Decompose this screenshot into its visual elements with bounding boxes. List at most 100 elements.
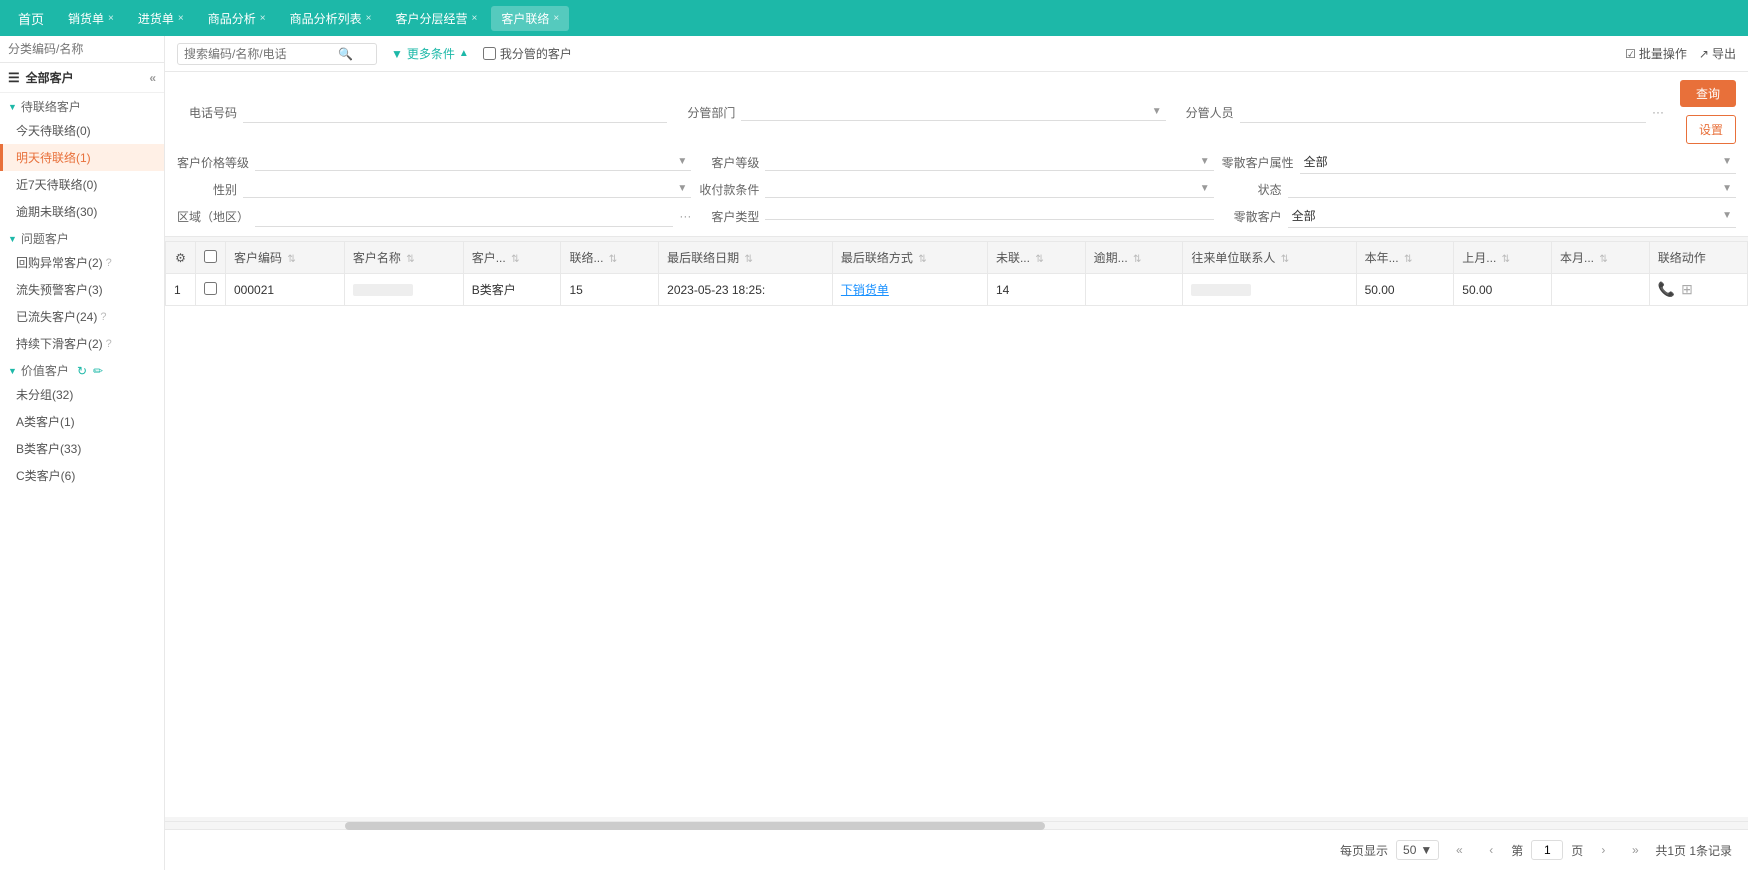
select-all-checkbox[interactable] — [204, 250, 217, 263]
prev-page-btn[interactable]: ‹ — [1479, 838, 1503, 862]
sidebar-item-ungrouped[interactable]: 未分组(32) — [0, 381, 164, 408]
nav-home[interactable]: 首页 — [8, 5, 54, 32]
nav-customer-contact[interactable]: 客户联络 × — [491, 6, 569, 31]
region-dots-btn[interactable]: ··· — [679, 209, 691, 223]
scrollbar-thumb[interactable] — [345, 822, 1045, 830]
sidebar-item-tomorrow-pending[interactable]: 明天待联络(1) — [0, 144, 164, 171]
region-input[interactable] — [255, 206, 673, 227]
retail-attr-select[interactable]: 全部 ▼ — [1300, 150, 1736, 174]
customer-type-select[interactable] — [765, 213, 1213, 220]
th-checkbox[interactable] — [196, 242, 226, 274]
close-product-analysis-list-icon[interactable]: × — [366, 13, 372, 24]
qr-action-icon[interactable]: ⊞ — [1681, 281, 1693, 298]
help-icon-0[interactable]: ? — [106, 257, 112, 269]
query-set-btns: 查询 设置 — [1680, 80, 1736, 144]
sidebar-item-declining[interactable]: 持续下滑客户(2) ? — [0, 330, 164, 357]
my-customer-checkbox[interactable] — [483, 47, 496, 60]
close-purchase-icon[interactable]: × — [178, 13, 184, 24]
content-area: 🔍 ▼ 更多条件 ▲ 我分管的客户 ☑ 批量操作 ↗ 导出 — [165, 36, 1748, 870]
sidebar-item-class-a[interactable]: A类客户(1) — [0, 408, 164, 435]
page-size-select[interactable]: 50 ▼ — [1396, 840, 1439, 860]
th-code: 客户编码 ⇅ — [226, 242, 345, 274]
sidebar-item-churn-warning[interactable]: 流失预警客户(3) — [0, 276, 164, 303]
filter-more-btn[interactable]: ▼ 更多条件 ▲ — [385, 42, 475, 65]
th-this-month: 本月... ⇅ — [1552, 242, 1650, 274]
sidebar-item-week-pending[interactable]: 近7天待联络(0) — [0, 171, 164, 198]
close-customer-contact-icon[interactable]: × — [553, 13, 559, 24]
sidebar-item-class-c[interactable]: C类客户(6) — [0, 462, 164, 489]
filter-cell-customer-type: 客户类型 — [699, 208, 1213, 225]
sort-not-contacted-icon[interactable]: ⇅ — [1035, 254, 1043, 265]
customer-level-label: 客户等级 — [699, 154, 759, 171]
row-checkbox[interactable] — [204, 282, 217, 295]
page-label-end: 页 — [1571, 842, 1583, 859]
gender-select[interactable]: ▼ — [243, 180, 691, 198]
table-area: ⚙ 客户编码 ⇅ 客户名称 ⇅ 客户... ⇅ — [165, 241, 1748, 817]
help-icon-2[interactable]: ? — [100, 311, 106, 323]
query-btn[interactable]: 查询 — [1680, 80, 1736, 107]
sidebar-item-overdue-pending[interactable]: 逾期未联络(30) — [0, 198, 164, 225]
nav-product-analysis-list[interactable]: 商品分析列表 × — [280, 6, 382, 31]
collapse-icon[interactable]: « — [149, 71, 156, 85]
status-chevron-icon: ▼ — [1722, 183, 1732, 194]
sort-last-month-icon[interactable]: ⇅ — [1502, 254, 1510, 265]
my-customer-checkbox-wrap[interactable]: 我分管的客户 — [483, 45, 572, 62]
sort-method-icon[interactable]: ⇅ — [918, 254, 926, 265]
sort-contact-person-icon[interactable]: ⇅ — [1281, 254, 1289, 265]
sidebar-search-input[interactable] — [8, 42, 163, 56]
nav-customer-tier[interactable]: 客户分层经营 × — [385, 6, 487, 31]
top-nav: 首页 销货单 × 进货单 × 商品分析 × 商品分析列表 × 客户分层经营 × … — [0, 0, 1748, 36]
export-btn[interactable]: ↗ 导出 — [1699, 45, 1736, 62]
sort-contacts-icon[interactable]: ⇅ — [609, 254, 617, 265]
nav-purchase[interactable]: 进货单 × — [128, 6, 194, 31]
phone-input[interactable] — [243, 102, 667, 123]
refresh-value-icon[interactable]: ↻ — [77, 364, 87, 378]
th-overdue: 逾期... ⇅ — [1085, 242, 1183, 274]
help-icon-3[interactable]: ? — [106, 338, 112, 350]
close-sales-icon[interactable]: × — [108, 13, 114, 24]
sort-date-icon[interactable]: ⇅ — [745, 254, 753, 265]
sort-this-month-icon[interactable]: ⇅ — [1599, 254, 1607, 265]
sort-year-icon[interactable]: ⇅ — [1404, 254, 1412, 265]
search-submit-icon[interactable]: 🔍 — [338, 47, 353, 61]
sort-level-icon[interactable]: ⇅ — [511, 254, 519, 265]
td-checkbox — [196, 274, 226, 306]
sidebar-item-churned[interactable]: 已流失客户(24) ? — [0, 303, 164, 330]
sidebar-item-class-b[interactable]: B类客户(33) — [0, 435, 164, 462]
sort-overdue-icon[interactable]: ⇅ — [1133, 254, 1141, 265]
th-settings[interactable]: ⚙ — [166, 242, 196, 274]
close-product-analysis-icon[interactable]: × — [260, 13, 266, 24]
status-select[interactable]: ▼ — [1288, 180, 1736, 198]
all-customers-header[interactable]: ☰ 全部客户 « — [0, 63, 164, 93]
sort-code-icon[interactable]: ⇅ — [287, 254, 295, 265]
next-page-btn[interactable]: › — [1591, 838, 1615, 862]
close-customer-tier-icon[interactable]: × — [471, 13, 477, 24]
contact-method-link[interactable]: 下销货单 — [841, 283, 889, 297]
manager-input[interactable] — [1240, 102, 1646, 123]
search-input[interactable] — [184, 47, 334, 61]
customer-level-select[interactable]: ▼ — [765, 153, 1213, 171]
page-size-label: 每页显示 — [1340, 842, 1388, 859]
last-page-btn[interactable]: » — [1623, 838, 1647, 862]
edit-value-icon[interactable]: ✏ — [93, 364, 103, 378]
nav-sales[interactable]: 销货单 × — [58, 6, 124, 31]
price-level-select[interactable]: ▼ — [255, 153, 691, 171]
batch-ops-btn[interactable]: ☑ 批量操作 — [1625, 45, 1687, 62]
payment-select[interactable]: ▼ — [765, 180, 1213, 198]
pending-group-label: ▼ 待联络客户 — [0, 93, 164, 117]
manager-dots-btn[interactable]: ··· — [1652, 105, 1664, 119]
set-btn[interactable]: 设置 — [1686, 115, 1736, 144]
sidebar-item-abnormal-repurchase[interactable]: 回购异常客户(2) ? — [0, 249, 164, 276]
page-input[interactable] — [1531, 840, 1563, 860]
nav-product-analysis[interactable]: 商品分析 × — [198, 6, 276, 31]
horizontal-scrollbar[interactable] — [165, 821, 1748, 829]
sort-name-icon[interactable]: ⇅ — [406, 254, 414, 265]
sidebar-item-today-pending[interactable]: 今天待联络(0) — [0, 117, 164, 144]
phone-label: 电话号码 — [177, 104, 237, 121]
retail-customer-select[interactable]: 全部 ▼ — [1288, 204, 1736, 228]
first-page-btn[interactable]: « — [1447, 838, 1471, 862]
phone-action-icon[interactable]: 📞 — [1658, 281, 1675, 298]
td-code: 000021 — [226, 274, 345, 306]
dept-select[interactable]: ▼ — [741, 103, 1165, 121]
total-records: 共1页 1条记录 — [1655, 842, 1732, 859]
